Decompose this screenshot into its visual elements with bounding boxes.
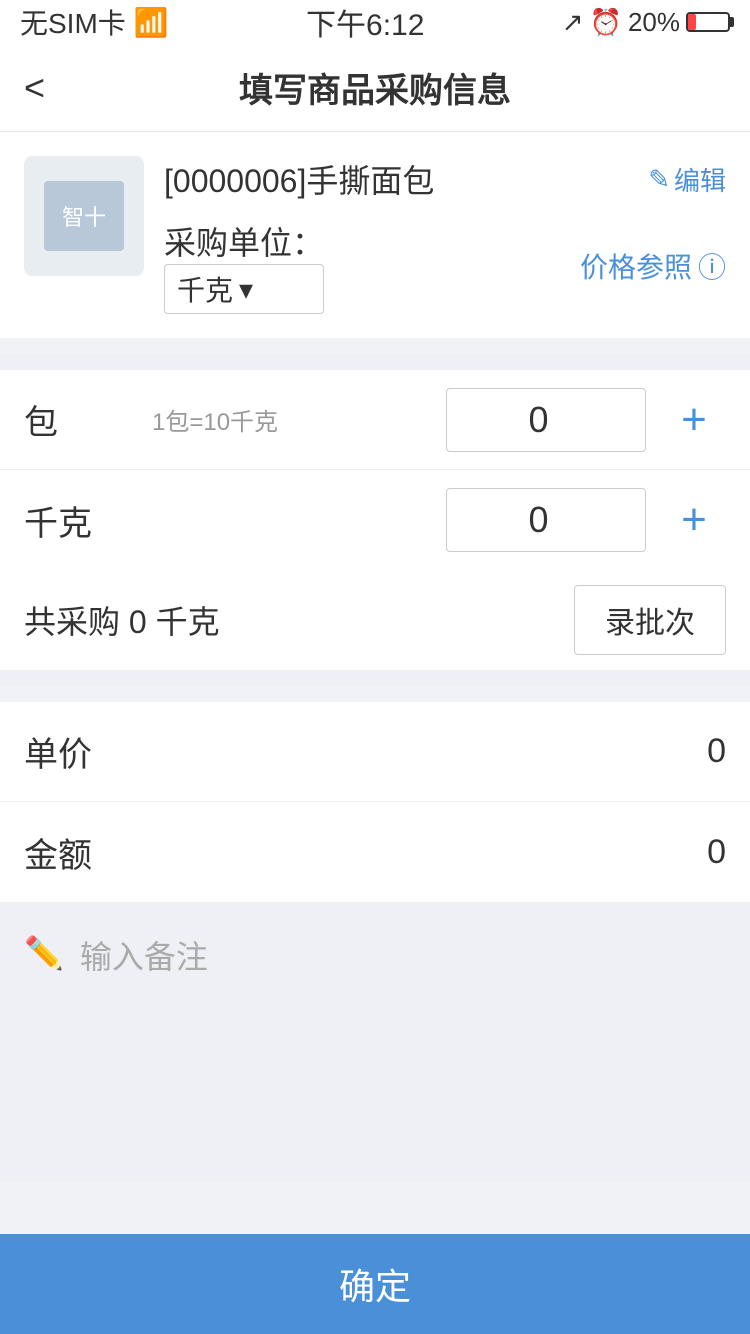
edit-button[interactable]: ✎ 编辑: [648, 161, 726, 198]
divider-2: [0, 670, 750, 686]
price-section: 单价 0 金额 0: [0, 702, 750, 902]
bao-sublabel: 1包=10千克: [152, 402, 278, 437]
notes-placeholder: 输入备注: [80, 932, 208, 978]
page-title: 填写商品采购信息: [239, 63, 511, 112]
confirm-button[interactable]: 确定: [0, 1234, 750, 1334]
input-section: 包 1包=10千克 + 千克 +: [0, 370, 750, 570]
status-right: ↗ ⏰ 20%: [562, 7, 730, 38]
unit-price-label: 单价: [24, 727, 92, 776]
product-name-row: [0000006]手撕面包 ✎ 编辑: [164, 156, 726, 202]
edit-label: 编辑: [674, 161, 726, 198]
kg-input-row: 千克 +: [0, 470, 750, 570]
wifi-icon: 📶: [134, 6, 169, 39]
unit-row: 采购单位： 千克 ▾ 价格参照 ⓘ: [164, 218, 726, 314]
unit-label-group: 采购单位： 千克 ▾: [164, 218, 324, 314]
pencil-icon: ✏️: [24, 934, 64, 972]
bao-plus-button[interactable]: +: [662, 388, 726, 452]
battery-percent: 20%: [628, 7, 680, 38]
summary-section: 共采购 0 千克 录批次: [0, 570, 750, 670]
carrier-label: 无SIM卡: [20, 2, 126, 42]
amount-value: 0: [707, 833, 726, 872]
divider-1: [0, 354, 750, 370]
notes-section[interactable]: ✏️ 输入备注: [0, 902, 750, 1182]
bao-label: 包: [24, 395, 144, 444]
price-ref-label: 价格参照: [580, 246, 692, 286]
edit-icon: ✎: [648, 164, 670, 195]
price-ref-button[interactable]: 价格参照 ⓘ: [580, 246, 726, 286]
product-card: 智十 [0000006]手撕面包 ✎ 编辑 采购单位： 千克 ▾ 价格参照 ⓘ: [0, 132, 750, 338]
help-icon: ⓘ: [698, 246, 726, 286]
amount-label: 金额: [24, 828, 92, 877]
status-time: 下午6:12: [306, 0, 424, 44]
bao-input-row: 包 1包=10千克 +: [0, 370, 750, 470]
amount-row: 金额 0: [0, 802, 750, 902]
kg-label: 千克: [24, 496, 144, 545]
unit-price-row: 单价 0: [0, 702, 750, 802]
summary-text: 共采购 0 千克: [24, 597, 220, 643]
unit-select[interactable]: 千克 ▾: [164, 264, 324, 314]
bao-input[interactable]: [446, 388, 646, 452]
record-batch-button[interactable]: 录批次: [574, 585, 726, 655]
status-bar: 无SIM卡 📶 下午6:12 ↗ ⏰ 20%: [0, 0, 750, 44]
product-logo: 智十: [44, 181, 124, 251]
nav-bar: < 填写商品采购信息: [0, 44, 750, 132]
product-image: 智十: [24, 156, 144, 276]
unit-value: 千克: [177, 269, 233, 309]
battery-indicator: [686, 12, 730, 32]
unit-label: 采购单位：: [164, 225, 324, 261]
product-name: [0000006]手撕面包: [164, 156, 434, 202]
kg-plus-button[interactable]: +: [662, 488, 726, 552]
location-icon: ↗: [562, 7, 584, 38]
chevron-down-icon: ▾: [239, 273, 253, 306]
unit-price-value: 0: [707, 732, 726, 771]
logo-text: 智十: [62, 200, 106, 232]
alarm-icon: ⏰: [590, 7, 622, 38]
summary-row: 共采购 0 千克 录批次: [0, 570, 750, 670]
product-info: [0000006]手撕面包 ✎ 编辑 采购单位： 千克 ▾ 价格参照 ⓘ: [164, 156, 726, 314]
kg-input[interactable]: [446, 488, 646, 552]
status-left: 无SIM卡 📶: [20, 2, 169, 42]
back-button[interactable]: <: [24, 67, 45, 109]
